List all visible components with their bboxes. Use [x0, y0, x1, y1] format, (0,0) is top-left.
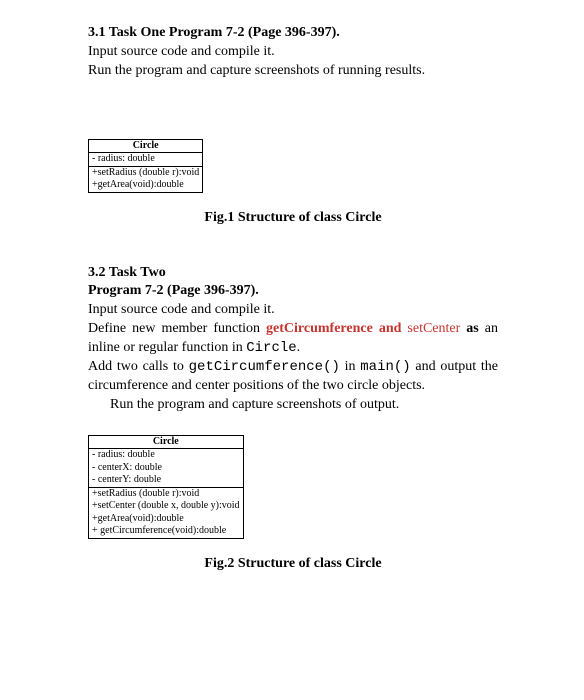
task2-heading: 3.2 Task Two — [88, 264, 498, 283]
uml1-attrs: - radius: double — [89, 153, 203, 167]
uml1-ops: +setRadius (double r):void+getArea(void)… — [89, 166, 203, 192]
uml2-attrs: - radius: double- centerX: double- cente… — [89, 449, 244, 488]
task2-line4: Run the program and capture screenshots … — [88, 396, 498, 415]
uml1-title: Circle — [89, 139, 203, 153]
task1-line1: Input source code and compile it. — [88, 43, 498, 62]
figure1-caption: Fig.1 Structure of class Circle — [88, 209, 498, 228]
uml-diagram-2: Circle - radius: double- centerX: double… — [88, 435, 244, 539]
uml2-ops: +setRadius (double r):void+setCenter (do… — [89, 487, 244, 538]
task2-subheading: Program 7-2 (Page 396-397). — [88, 282, 498, 301]
uml-diagram-1: Circle - radius: double +setRadius (doub… — [88, 139, 203, 193]
task2-para2: Define new member function getCircumfere… — [88, 320, 498, 358]
uml2-title: Circle — [89, 435, 244, 449]
task2-line1: Input source code and compile it. — [88, 301, 498, 320]
task1-heading: 3.1 Task One Program 7-2 (Page 396-397). — [88, 24, 498, 43]
task1-line2: Run the program and capture screenshots … — [88, 62, 498, 81]
task2-para3: Add two calls to getCircumference() in m… — [88, 358, 498, 396]
figure2-caption: Fig.2 Structure of class Circle — [88, 555, 498, 574]
